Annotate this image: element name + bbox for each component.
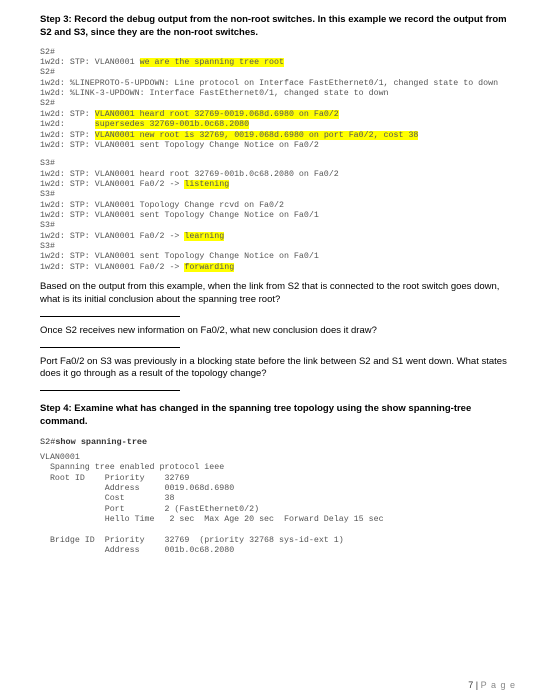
answer-blank-1 <box>40 309 180 317</box>
page-footer: 7 | P a g e <box>468 680 516 690</box>
cmd-text: show spanning-tree <box>55 437 147 447</box>
step3-heading: Step 3: Record the debug output from the… <box>40 14 516 40</box>
cmd-prompt: S2# <box>40 437 55 447</box>
question-3: Port Fa0/2 on S3 was previously in a blo… <box>40 356 516 382</box>
step4-heading: Step 4: Examine what has changed in the … <box>40 403 516 429</box>
question-2: Once S2 receives new information on Fa0/… <box>40 325 516 338</box>
s3-debug-output: S3# 1w2d: STP: VLAN0001 heard root 32769… <box>40 159 516 273</box>
footer-sep: | <box>473 680 480 690</box>
answer-blank-2 <box>40 340 180 348</box>
answer-blank-3 <box>40 383 180 391</box>
spanning-tree-output: VLAN0001 Spanning tree enabled protocol … <box>40 453 516 557</box>
show-spanning-tree-cmd: S2#show spanning-tree <box>40 437 516 447</box>
question-1: Based on the output from this example, w… <box>40 281 516 307</box>
s2-debug-output: S2# 1w2d: STP: VLAN0001 we are the spann… <box>40 48 516 152</box>
footer-label: P a g e <box>481 680 516 690</box>
